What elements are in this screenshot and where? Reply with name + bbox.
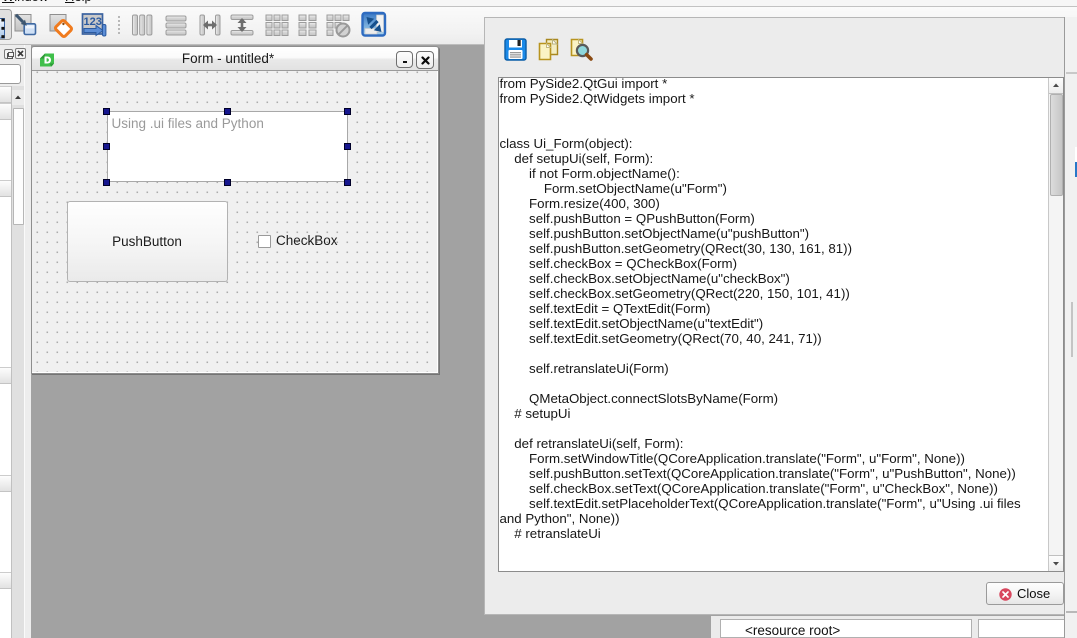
svg-text:123: 123: [84, 16, 102, 28]
